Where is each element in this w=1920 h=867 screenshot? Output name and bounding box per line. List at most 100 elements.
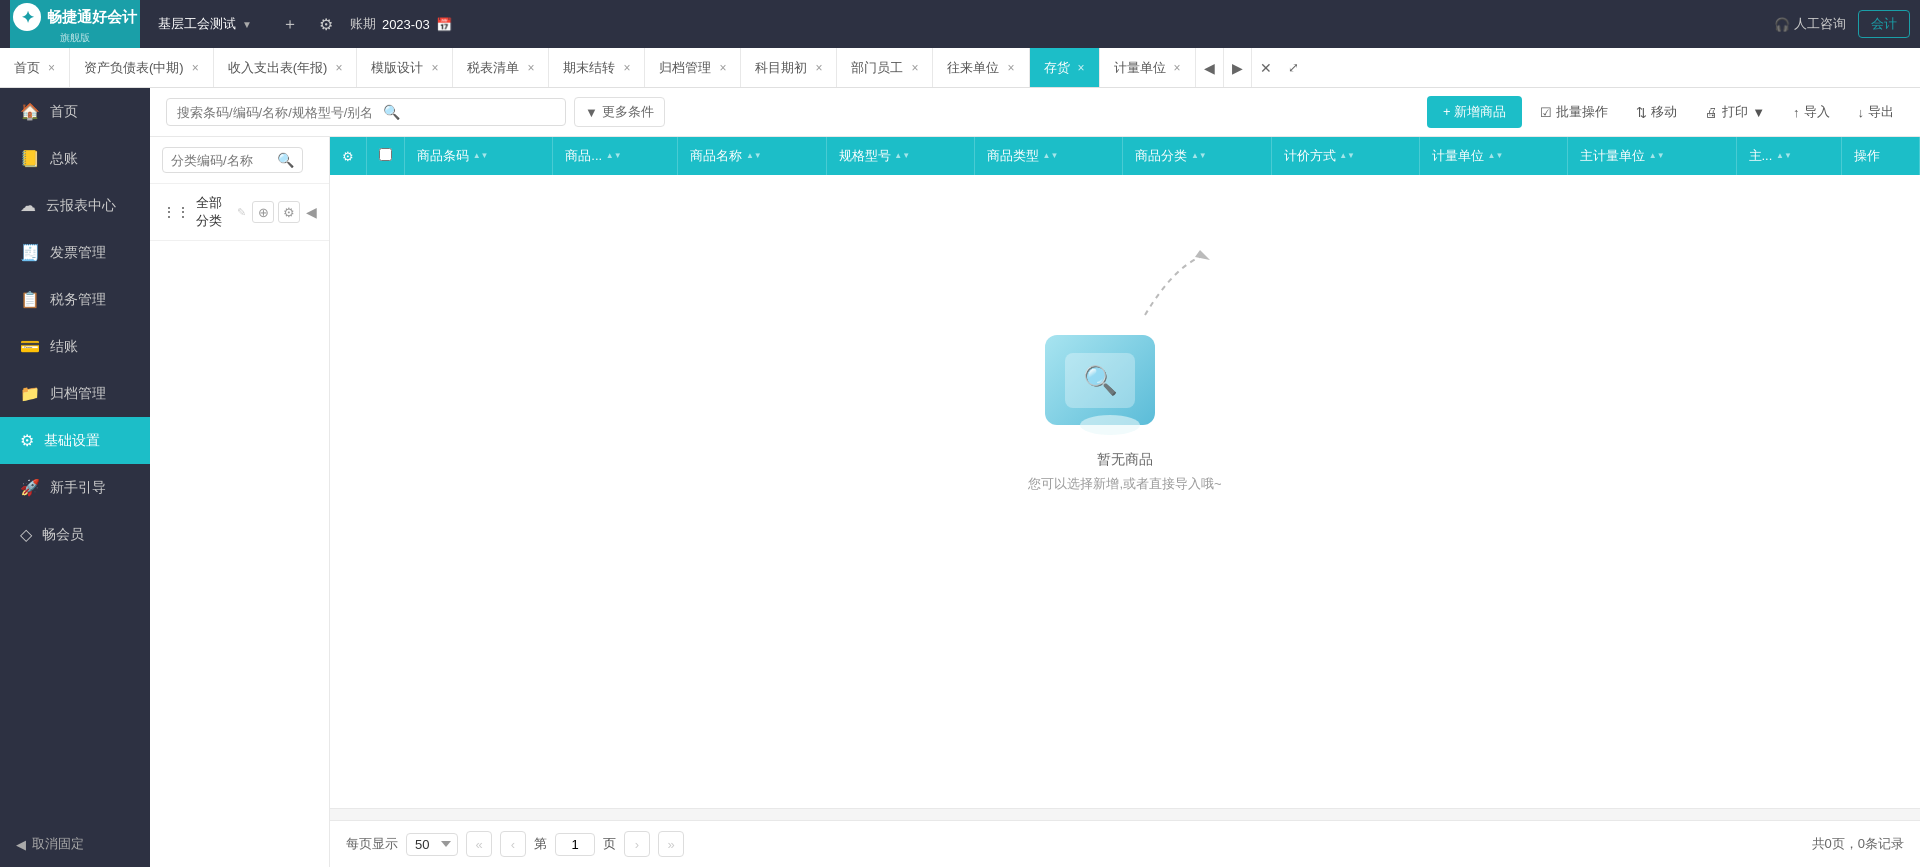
table-scroll-area[interactable]: ⚙ 商品条码 ▲▼ 商品... bbox=[330, 137, 1920, 808]
col-category[interactable]: 商品分类 ▲▼ bbox=[1123, 137, 1271, 175]
tab-dept[interactable]: 部门员工 × bbox=[837, 48, 933, 88]
category-search-icon[interactable]: 🔍 bbox=[277, 152, 294, 168]
tab-assets-close-icon[interactable]: × bbox=[192, 61, 199, 75]
col-main-short[interactable]: 主... ▲▼ bbox=[1736, 137, 1841, 175]
tab-assets[interactable]: 资产负债表(中期) × bbox=[70, 48, 214, 88]
category-collapse-icon[interactable]: ◀ bbox=[306, 204, 317, 220]
tab-subject-close-icon[interactable]: × bbox=[815, 61, 822, 75]
prev-page-button[interactable]: ‹ bbox=[500, 831, 526, 857]
sort-main-short-icon[interactable]: ▲▼ bbox=[1776, 152, 1792, 161]
tab-contacts[interactable]: 往来单位 × bbox=[933, 48, 1029, 88]
category-search-input[interactable] bbox=[171, 153, 271, 168]
sidebar-item-member[interactable]: ◇ 畅会员 bbox=[0, 511, 150, 558]
tab-template[interactable]: 模版设计 × bbox=[357, 48, 453, 88]
first-page-button[interactable]: « bbox=[466, 831, 492, 857]
category-add-icon[interactable]: ⊕ bbox=[252, 201, 274, 223]
category-settings-icon[interactable]: ⚙ bbox=[278, 201, 300, 223]
tab-period-close-close-icon[interactable]: × bbox=[623, 61, 630, 75]
tab-income[interactable]: 收入支出表(年报) × bbox=[214, 48, 358, 88]
tab-home-close-icon[interactable]: × bbox=[48, 61, 55, 75]
print-button[interactable]: 🖨 打印 ▼ bbox=[1695, 98, 1775, 126]
category-all-title[interactable]: 全部分类 ✎ bbox=[196, 194, 246, 230]
sidebar-item-checkout[interactable]: 💳 结账 bbox=[0, 323, 150, 370]
tab-archive-close-icon[interactable]: × bbox=[719, 61, 726, 75]
tab-income-close-icon[interactable]: × bbox=[335, 61, 342, 75]
tab-prev-button[interactable]: ◀ bbox=[1196, 48, 1224, 88]
export-button[interactable]: ↓ 导出 bbox=[1848, 98, 1905, 126]
col-main-unit[interactable]: 主计量单位 ▲▼ bbox=[1568, 137, 1736, 175]
add-product-button[interactable]: + 新增商品 bbox=[1427, 96, 1522, 128]
product-search-icon[interactable]: 🔍 bbox=[383, 104, 400, 120]
col-type[interactable]: 商品类型 ▲▼ bbox=[974, 137, 1122, 175]
tab-contacts-close-icon[interactable]: × bbox=[1007, 61, 1014, 75]
page-input[interactable]: 1 bbox=[555, 833, 595, 856]
col-checkbox[interactable] bbox=[367, 137, 405, 175]
tab-tax[interactable]: 税表清单 × bbox=[453, 48, 549, 88]
sort-spec-icon[interactable]: ▲▼ bbox=[894, 152, 910, 161]
col-unit[interactable]: 计量单位 ▲▼ bbox=[1419, 137, 1567, 175]
col-spec[interactable]: 规格型号 ▲▼ bbox=[826, 137, 974, 175]
tab-inventory[interactable]: 存货 × bbox=[1030, 48, 1100, 88]
tab-expand-button[interactable]: ⤢ bbox=[1280, 48, 1308, 88]
tab-period-close[interactable]: 期末结转 × bbox=[549, 48, 645, 88]
product-search-input[interactable] bbox=[177, 105, 377, 120]
next-page-button[interactable]: › bbox=[624, 831, 650, 857]
sort-code-icon[interactable]: ▲▼ bbox=[606, 152, 622, 161]
tab-dept-close-icon[interactable]: × bbox=[911, 61, 918, 75]
col-barcode[interactable]: 商品条码 ▲▼ bbox=[405, 137, 553, 175]
per-page-select[interactable]: 20 50 100 bbox=[406, 833, 458, 856]
sidebar-item-ledger[interactable]: 📒 总账 bbox=[0, 135, 150, 182]
sidebar-item-archive[interactable]: 📁 归档管理 bbox=[0, 370, 150, 417]
import-button[interactable]: ↑ 导入 bbox=[1783, 98, 1840, 126]
tab-subject-label: 科目期初 bbox=[755, 59, 807, 77]
tab-inventory-close-icon[interactable]: × bbox=[1078, 61, 1085, 75]
sidebar-item-tax[interactable]: 📋 税务管理 bbox=[0, 276, 150, 323]
batch-button[interactable]: ☑ 批量操作 bbox=[1530, 98, 1618, 126]
select-all-checkbox[interactable] bbox=[379, 148, 392, 161]
tab-home[interactable]: 首页 × bbox=[0, 48, 70, 88]
tab-close-all-button[interactable]: ✕ bbox=[1252, 48, 1280, 88]
calendar-icon[interactable]: 📅 bbox=[436, 17, 452, 32]
tab-unit[interactable]: 计量单位 × bbox=[1100, 48, 1196, 88]
tab-tax-close-icon[interactable]: × bbox=[527, 61, 534, 75]
sort-category-icon[interactable]: ▲▼ bbox=[1191, 152, 1207, 161]
sort-name-icon[interactable]: ▲▼ bbox=[746, 152, 762, 161]
horizontal-scrollbar[interactable] bbox=[330, 808, 1920, 820]
sidebar-item-guide[interactable]: 🚀 新手引导 bbox=[0, 464, 150, 511]
tab-template-close-icon[interactable]: × bbox=[431, 61, 438, 75]
sidebar-item-invoice[interactable]: 🧾 发票管理 bbox=[0, 229, 150, 276]
more-filter-button[interactable]: ▼ 更多条件 bbox=[574, 97, 665, 127]
sort-type-icon[interactable]: ▲▼ bbox=[1043, 152, 1059, 161]
sidebar-collapse-button[interactable]: ◀ 取消固定 bbox=[0, 821, 150, 867]
col-code[interactable]: 商品... ▲▼ bbox=[553, 137, 678, 175]
col-name[interactable]: 商品名称 ▲▼ bbox=[678, 137, 826, 175]
sidebar-item-home[interactable]: 🏠 首页 bbox=[0, 88, 150, 135]
category-edit-icon[interactable]: ✎ bbox=[237, 206, 246, 219]
workspace-selector[interactable]: 基层工会测试 ▼ bbox=[150, 15, 266, 33]
logo: ✦ 畅捷通好会计 旗舰版 bbox=[10, 0, 140, 48]
sort-price-icon[interactable]: ▲▼ bbox=[1339, 152, 1355, 161]
sort-barcode-icon[interactable]: ▲▼ bbox=[473, 152, 489, 161]
consult-button[interactable]: 🎧 人工咨询 bbox=[1774, 15, 1846, 33]
tab-unit-close-icon[interactable]: × bbox=[1174, 61, 1181, 75]
page-total: 共0页，0条记录 bbox=[1812, 835, 1904, 853]
tab-next-button[interactable]: ▶ bbox=[1224, 48, 1252, 88]
sidebar-item-settings[interactable]: ⚙ 基础设置 bbox=[0, 417, 150, 464]
col-category-label: 商品分类 bbox=[1135, 148, 1187, 163]
checkout-icon: 💳 bbox=[20, 337, 40, 356]
settings-icon[interactable]: ⚙ bbox=[312, 10, 340, 38]
last-page-button[interactable]: » bbox=[658, 831, 684, 857]
add-tab-button[interactable]: ＋ bbox=[276, 10, 304, 38]
tab-subject[interactable]: 科目期初 × bbox=[741, 48, 837, 88]
sort-unit-icon[interactable]: ▲▼ bbox=[1488, 152, 1504, 161]
sort-main-unit-icon[interactable]: ▲▼ bbox=[1649, 152, 1665, 161]
workspace-label: 基层工会测试 bbox=[158, 15, 236, 33]
tab-archive[interactable]: 归档管理 × bbox=[645, 48, 741, 88]
col-price-method[interactable]: 计价方式 ▲▼ bbox=[1271, 137, 1419, 175]
move-button[interactable]: ⇅ 移动 bbox=[1626, 98, 1687, 126]
col-settings[interactable]: ⚙ bbox=[330, 137, 367, 175]
sidebar-item-cloud-report[interactable]: ☁ 云报表中心 bbox=[0, 182, 150, 229]
collapse-arrow-icon: ◀ bbox=[16, 837, 26, 852]
account-button[interactable]: 会计 bbox=[1858, 10, 1910, 38]
table-gear-icon[interactable]: ⚙ bbox=[342, 149, 354, 164]
